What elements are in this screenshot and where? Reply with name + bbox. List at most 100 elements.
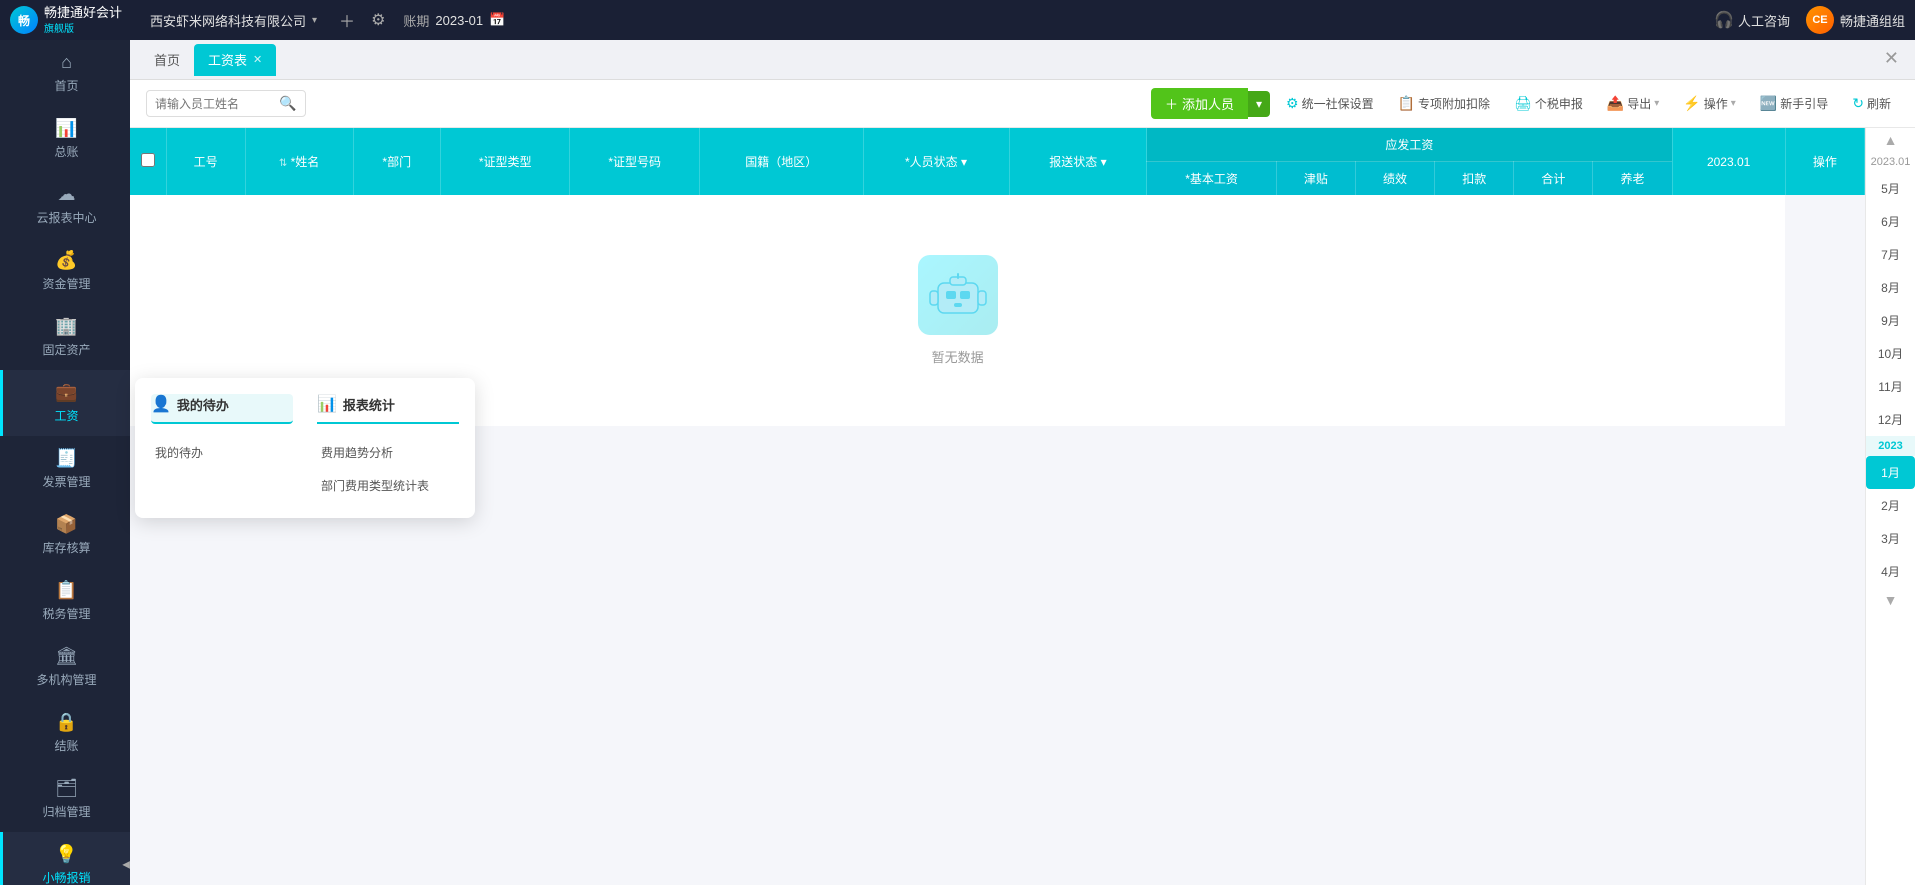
refresh-btn[interactable]: ↻ 刷新: [1844, 91, 1899, 116]
month-2023-01[interactable]: 1月: [1866, 456, 1915, 489]
filter-icon-report[interactable]: ▾: [1101, 155, 1107, 169]
sidebar-item-cloud[interactable]: ☁ 云报表中心: [0, 172, 130, 238]
report-section-icon: 📊: [317, 394, 337, 414]
month-nav-down-btn[interactable]: ▼: [1866, 588, 1915, 612]
logo-text-block: 畅捷通好会计 旗舰版: [44, 5, 122, 36]
app-sub: 旗舰版: [44, 20, 122, 35]
select-all-checkbox[interactable]: [141, 153, 155, 167]
month-2022-08[interactable]: 8月: [1866, 271, 1915, 304]
personal-tax-btn[interactable]: 🖨 个税申报: [1506, 91, 1591, 116]
user-initials: CE: [1812, 14, 1827, 26]
popup-item-todo[interactable]: 我的待办: [151, 436, 293, 469]
operate-btn[interactable]: ⚡ 操作 ▾: [1675, 91, 1743, 116]
tab-salary-table[interactable]: 工资表 ✕: [194, 44, 276, 76]
month-2023-04[interactable]: 4月: [1866, 555, 1915, 588]
todo-section-icon: 👤: [151, 394, 171, 414]
period-area: 账期 2023-01 📅: [403, 11, 505, 30]
special-deduct-btn[interactable]: 📋 专项附加扣除: [1390, 91, 1498, 116]
sidebar-item-archive[interactable]: 🗂 归档管理: [0, 766, 130, 832]
invoice-icon: 🧾: [55, 448, 77, 469]
service-btn[interactable]: 🎧 人工咨询: [1714, 10, 1790, 30]
month-nav-up-btn[interactable]: ▲: [1866, 128, 1915, 152]
month-2022-11[interactable]: 11月: [1866, 370, 1915, 403]
month-2022-10[interactable]: 10月: [1866, 337, 1915, 370]
month-2023-03[interactable]: 3月: [1866, 522, 1915, 555]
month-2022-06[interactable]: 6月: [1866, 205, 1915, 238]
header-report-status: 报送状态 ▾: [1009, 128, 1147, 195]
settings-icon-btn[interactable]: ⚙: [367, 6, 389, 34]
sidebar-label-tax: 税务管理: [42, 605, 90, 622]
filter-icon-person[interactable]: ▾: [961, 155, 967, 169]
month-2022-09[interactable]: 9月: [1866, 304, 1915, 337]
new-guide-btn[interactable]: 🆕 新手引导: [1752, 91, 1836, 116]
sidebar-label-salary: 工资: [54, 407, 78, 424]
export-chevron-icon: ▾: [1654, 98, 1659, 109]
operate-chevron-icon: ▾: [1731, 98, 1736, 109]
user-area[interactable]: CE 畅捷通组组: [1806, 6, 1905, 34]
user-name: 畅捷通组组: [1840, 11, 1905, 30]
add-person-btn[interactable]: ＋ 添加人员: [1151, 88, 1248, 119]
popup-section-title-todo: 👤 我的待办: [151, 394, 293, 424]
month-2022-07[interactable]: 7月: [1866, 238, 1915, 271]
tab-bar: 首页 工资表 ✕ ✕: [130, 40, 1915, 80]
sidebar-item-funds[interactable]: 💰 资金管理: [0, 238, 130, 304]
sidebar-item-close[interactable]: 🔒 结账: [0, 700, 130, 766]
period-label: 账期: [403, 11, 429, 30]
company-name: 西安虾米网络科技有限公司: [150, 11, 306, 30]
sidebar-item-xiao[interactable]: 💡 小畅报销 ◀: [0, 832, 130, 885]
header-person-status: *人员状态 ▾: [863, 128, 1009, 195]
month-2022-05[interactable]: 5月: [1866, 172, 1915, 205]
sidebar-label-funds: 资金管理: [42, 275, 90, 292]
refresh-label: 刷新: [1867, 95, 1891, 112]
sidebar-label-home: 首页: [54, 77, 78, 94]
add-person-label: 添加人员: [1182, 94, 1234, 113]
sidebar-label-xiao: 小畅报销: [42, 869, 90, 885]
sidebar-label-invoice: 发票管理: [42, 473, 90, 490]
sidebar-item-tax[interactable]: 📋 税务管理: [0, 568, 130, 634]
export-icon: 📤: [1607, 95, 1624, 112]
special-deduct-label: 专项附加扣除: [1418, 95, 1490, 112]
robot-svg: [928, 265, 988, 325]
header-total: 合计: [1514, 162, 1593, 196]
salary-icon: 💼: [55, 382, 77, 403]
header-base-salary: *基本工资: [1147, 162, 1277, 196]
tab-salary-label: 工资表: [208, 50, 247, 69]
add-button[interactable]: ＋: [335, 4, 359, 36]
header-checkbox: [130, 128, 166, 195]
header-dept: *部门: [353, 128, 440, 195]
top-header: 畅 畅捷通好会计 旗舰版 西安虾米网络科技有限公司 ▾ ＋ ⚙ 账期 2023-…: [0, 0, 1915, 40]
search-icon-btn[interactable]: 🔍: [279, 95, 296, 112]
header-emp-id: 工号: [166, 128, 245, 195]
export-btn[interactable]: 📤 导出 ▾: [1599, 91, 1667, 116]
tab-home-label: 首页: [154, 50, 180, 69]
search-input[interactable]: [155, 97, 275, 111]
header-action: 操作: [1785, 128, 1864, 195]
new-guide-icon: 🆕: [1760, 95, 1777, 112]
tab-salary-close-icon[interactable]: ✕: [253, 53, 262, 66]
popup-col-report: 📊 报表统计 费用趋势分析 部门费用类型统计表: [317, 394, 459, 502]
tab-home[interactable]: 首页: [140, 44, 194, 76]
sidebar-item-salary[interactable]: 💼 工资: [0, 370, 130, 436]
company-selector[interactable]: 西安虾米网络科技有限公司 ▾: [150, 11, 317, 30]
sidebar-item-inventory[interactable]: 📦 库存核算: [0, 502, 130, 568]
social-insurance-btn[interactable]: ⚙ 统一社保设置: [1278, 91, 1382, 116]
sidebar-item-assets[interactable]: 🏢 固定资产: [0, 304, 130, 370]
header-pension: 养老: [1593, 162, 1672, 196]
popup-item-cost-trend[interactable]: 费用趋势分析: [317, 436, 459, 469]
social-insurance-label: 统一社保设置: [1302, 95, 1374, 112]
sidebar-item-ledger[interactable]: 📊 总账: [0, 106, 130, 172]
calendar-icon[interactable]: 📅: [489, 12, 505, 28]
add-person-dropdown-btn[interactable]: ▾: [1248, 91, 1270, 117]
table-header-row: 工号 ⇅ *姓名 *部门 *证型类型 *证型号码 国籍（地区） *人员状态 ▾: [130, 128, 1865, 162]
window-close-btn[interactable]: ✕: [1884, 48, 1899, 69]
month-2022-12[interactable]: 12月: [1866, 403, 1915, 436]
funds-icon: 💰: [55, 250, 77, 271]
month-2023-02[interactable]: 2月: [1866, 489, 1915, 522]
sidebar-item-home[interactable]: ⌂ 首页: [0, 40, 130, 106]
popup-item-dept-cost[interactable]: 部门费用类型统计表: [317, 469, 459, 502]
sort-icon-name: ⇅: [279, 158, 287, 169]
sidebar-item-multi[interactable]: 🏛 多机构管理: [0, 634, 130, 700]
period-value: 2023-01: [435, 13, 483, 28]
prev-year-label: 2023.01: [1871, 152, 1911, 172]
sidebar-item-invoice[interactable]: 🧾 发票管理: [0, 436, 130, 502]
